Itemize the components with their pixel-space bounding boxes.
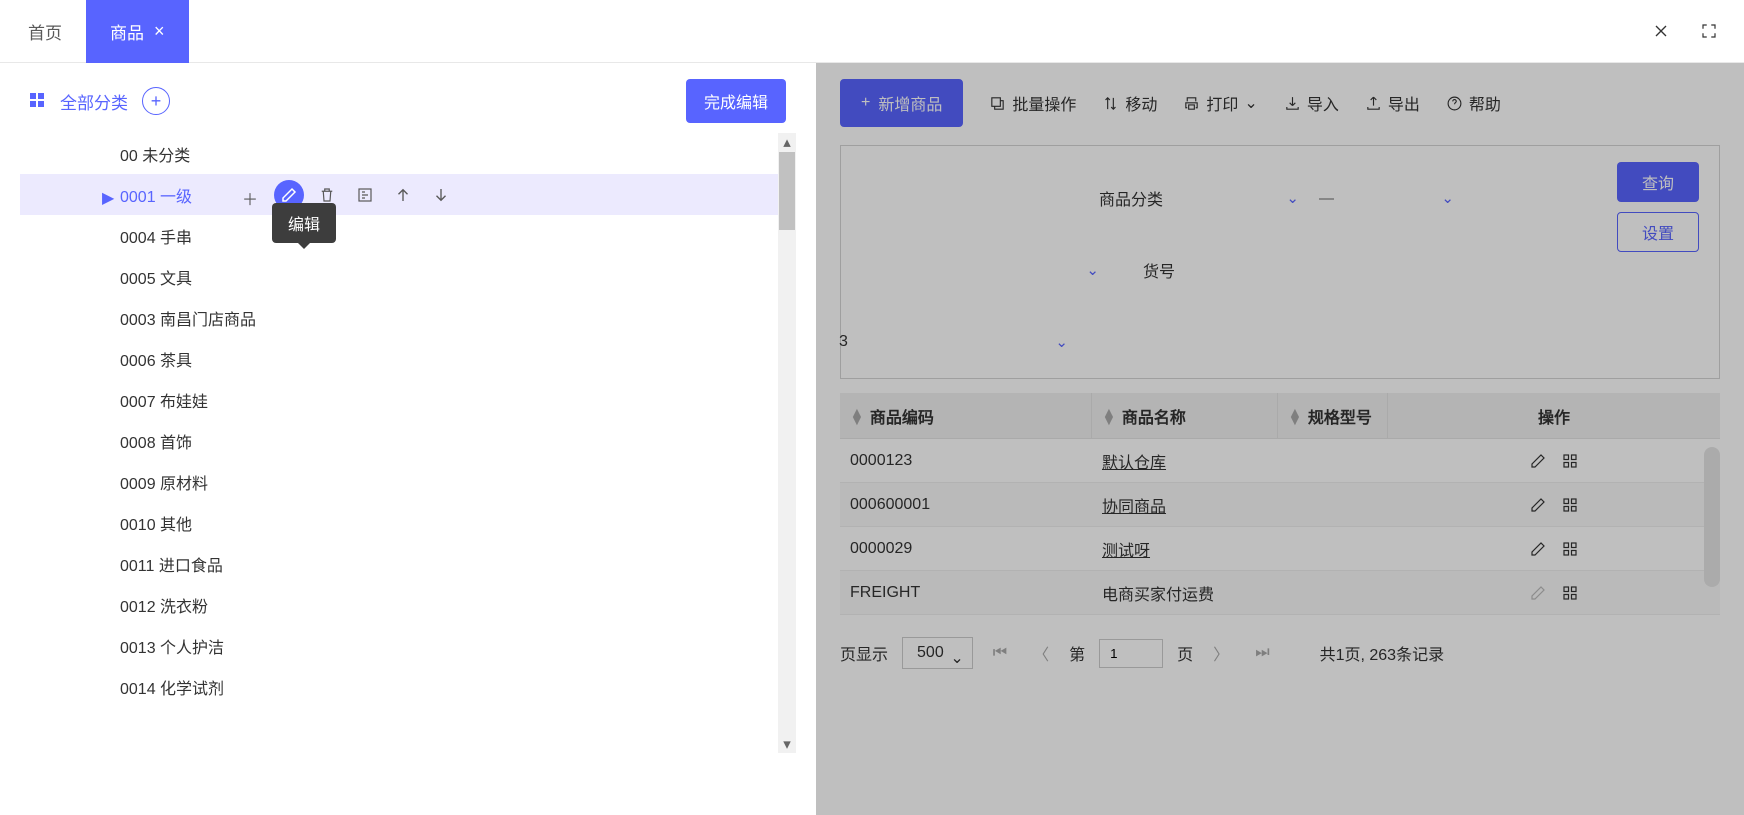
tree-item-label: 0014 化学试剂 (120, 675, 224, 699)
tree-item[interactable]: 0009 原材料 (20, 461, 786, 502)
scrollbar-track[interactable]: ▴ ▾ (778, 133, 796, 753)
tree-item[interactable]: 0006 茶具 (20, 338, 786, 379)
edit-tooltip: 编辑 (272, 203, 336, 243)
category-tree[interactable]: 00 未分类 ▶ 0001 一级 ＋ 0004 手串 0005 文具 0003 南昌门店商品… (20, 133, 796, 753)
tree-item[interactable]: 00 未分类 (20, 133, 786, 174)
scrollbar-thumb[interactable] (778, 151, 796, 231)
tree-item-label: 0003 南昌门店商品 (120, 306, 256, 330)
tree-item-label: 0012 洗衣粉 (120, 593, 208, 617)
tree-item[interactable]: ▶ 0001 一级 ＋ (20, 174, 786, 215)
tab-product-label: 商品 (110, 19, 144, 44)
tree-item-label: 0009 原材料 (120, 470, 208, 494)
all-categories-button[interactable]: 全部分类 (60, 89, 128, 114)
category-panel-header: 全部分类 + 完成编辑 (20, 79, 796, 123)
tab-home-label: 首页 (28, 19, 62, 44)
scroll-up-arrow[interactable]: ▴ (778, 133, 796, 151)
tree-item-label: 0010 其他 (120, 511, 192, 535)
scroll-down-arrow[interactable]: ▾ (778, 735, 796, 753)
move-down-button[interactable] (426, 180, 456, 210)
move-up-button[interactable] (388, 180, 418, 210)
tabs-right (1644, 14, 1740, 48)
move-to-button[interactable] (350, 180, 380, 210)
tab-home[interactable]: 首页 (4, 0, 86, 63)
tree-item-label: 0011 进口食品 (120, 552, 223, 576)
category-panel: 全部分类 + 完成编辑 00 未分类 ▶ 0001 一级 ＋ 0004 手串 0005 文… (0, 63, 816, 815)
fullscreen-icon[interactable] (1692, 14, 1726, 48)
add-category-button[interactable]: + (142, 87, 170, 115)
content-split: 全部分类 + 完成编辑 00 未分类 ▶ 0001 一级 ＋ 0004 手串 0005 文… (0, 63, 1744, 815)
disabled-overlay (816, 63, 1744, 815)
tree-item[interactable]: 0008 首饰 (20, 420, 786, 461)
tree-item-label: 0008 首饰 (120, 429, 192, 453)
tree-item[interactable]: 0010 其他 (20, 502, 786, 543)
category-tree-wrap: 00 未分类 ▶ 0001 一级 ＋ 0004 手串 0005 文具 0003 南昌门店商品… (20, 133, 796, 753)
tree-item[interactable]: 0012 洗衣粉 (20, 584, 786, 625)
caret-right-icon: ▶ (102, 188, 114, 208)
tree-item-label: 0001 一级 (120, 183, 192, 207)
close-all-icon[interactable] (1644, 14, 1678, 48)
finish-edit-button[interactable]: 完成编辑 (686, 79, 786, 123)
tree-item[interactable]: 0004 手串 (20, 215, 786, 256)
tree-item-label: 0013 个人护洁 (120, 634, 224, 658)
grid-icon (30, 93, 46, 109)
tree-item[interactable]: 0005 文具 (20, 256, 786, 297)
tree-item-label: 0006 茶具 (120, 347, 192, 371)
product-panel: + 新增商品 批量操作 移动 打印 ⌄ 导入 (816, 63, 1744, 815)
add-child-button[interactable]: ＋ (236, 180, 266, 210)
close-icon[interactable]: × (154, 21, 165, 42)
tree-item[interactable]: 0003 南昌门店商品 (20, 297, 786, 338)
tree-item[interactable]: 0013 个人护洁 (20, 625, 786, 666)
tabs-bar: 首页 商品 × (0, 0, 1744, 63)
tree-item-label: 00 未分类 (120, 142, 190, 166)
tree-item-label: 0004 手串 (120, 224, 192, 248)
tree-item[interactable]: 0011 进口食品 (20, 543, 786, 584)
tree-item[interactable]: 0007 布娃娃 (20, 379, 786, 420)
tree-item[interactable]: 0014 化学试剂 (20, 666, 786, 707)
tab-product[interactable]: 商品 × (86, 0, 189, 63)
tree-item-label: 0007 布娃娃 (120, 388, 208, 412)
tree-item-label: 0005 文具 (120, 265, 192, 289)
